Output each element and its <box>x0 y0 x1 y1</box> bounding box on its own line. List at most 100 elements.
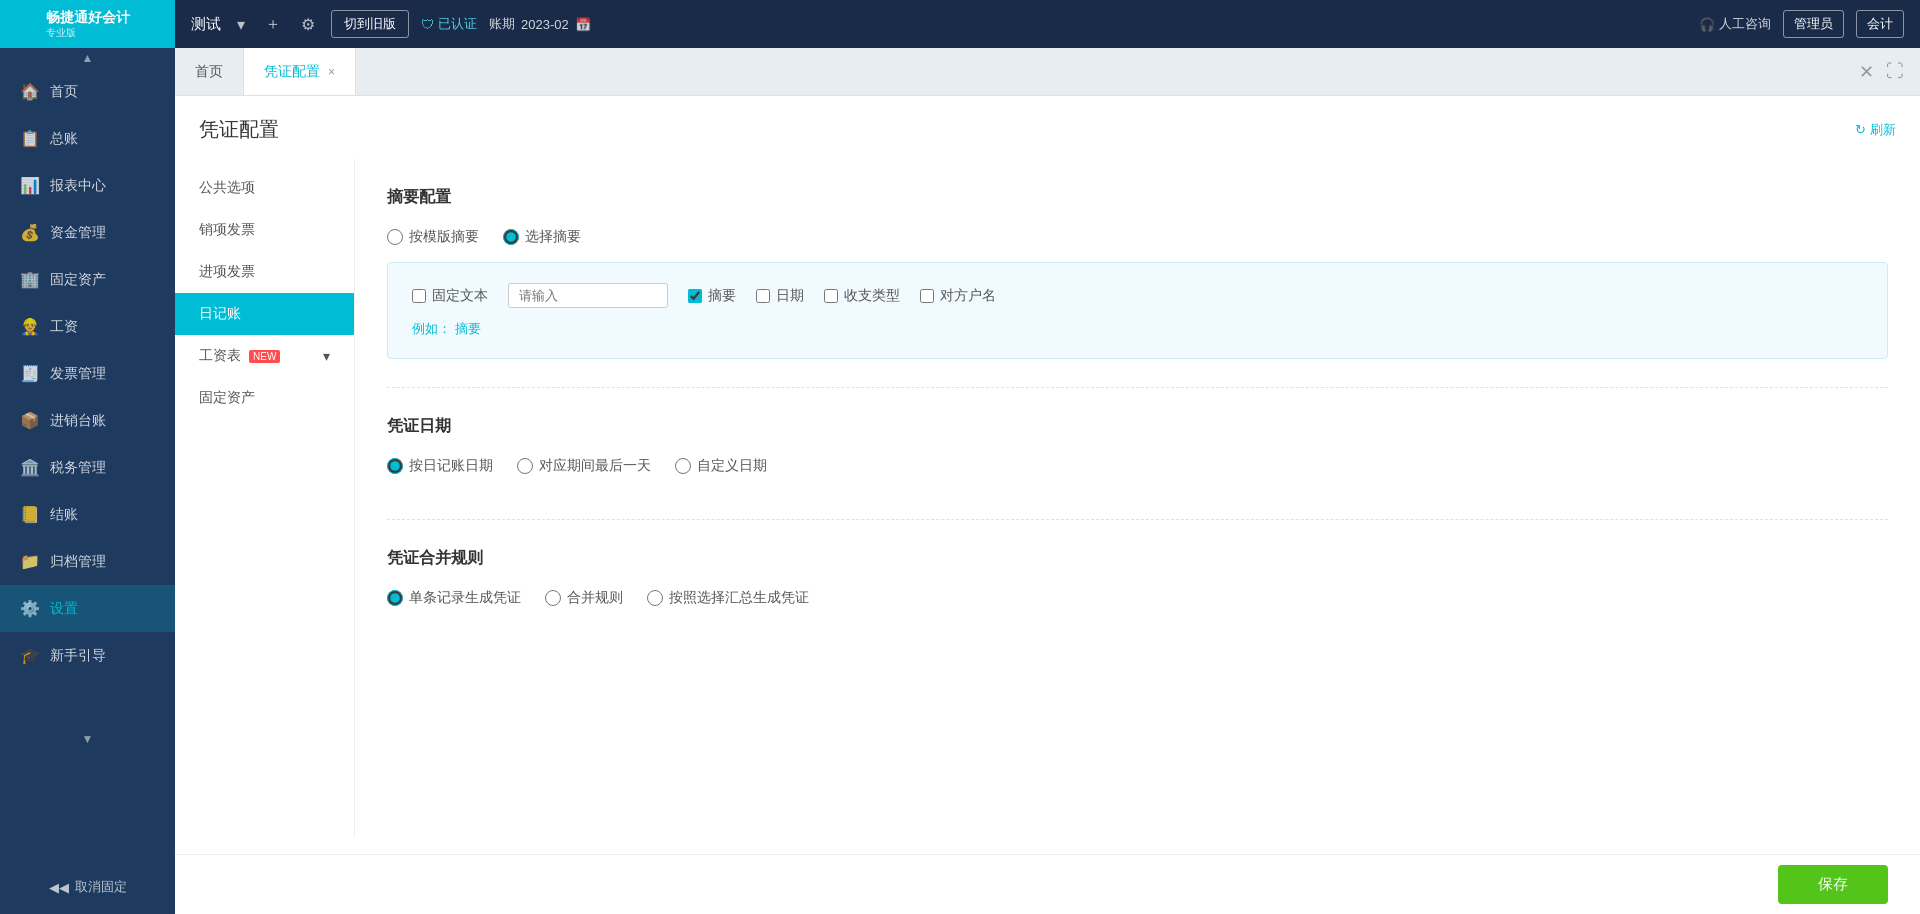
checkbox-summary-input[interactable] <box>688 289 702 303</box>
sidebar: ▲ 🏠 首页 📋 总账 📊 报表中心 💰 资金管理 🏢 固定资产 👷 工资 🧾 … <box>0 48 175 914</box>
calendar-icon[interactable]: 📅 <box>575 17 591 32</box>
tab-bar-actions: ✕ ⛶ <box>1859 61 1904 83</box>
menu-item-public[interactable]: 公共选项 <box>175 167 354 209</box>
settings-icon[interactable]: ⚙ <box>297 11 319 38</box>
radio-period-last-day-input[interactable] <box>517 458 533 474</box>
headset-icon: 🎧 <box>1699 17 1715 32</box>
checkbox-fixed-text-input[interactable] <box>412 289 426 303</box>
page-content: 凭证配置 ↻ 刷新 公共选项 销项发票 进项发票 <box>175 96 1920 914</box>
tab-close-button[interactable]: × <box>328 65 335 79</box>
new-badge: NEW <box>249 350 280 363</box>
sidebar-item-assets[interactable]: 🏢 固定资产 <box>0 256 175 303</box>
close-window-button[interactable]: ✕ <box>1859 61 1874 83</box>
tab-voucher-config[interactable]: 凭证配置 × <box>244 48 356 95</box>
radio-merge-rules-input[interactable] <box>545 590 561 606</box>
topbar-right: 🎧 人工咨询 管理员 会计 <box>1699 10 1920 38</box>
add-icon[interactable]: ＋ <box>261 10 285 39</box>
accountant-button[interactable]: 会计 <box>1856 10 1904 38</box>
radio-template-input[interactable] <box>387 229 403 245</box>
arrow-left-icon: ◀◀ <box>49 880 69 895</box>
sidebar-item-invoice[interactable]: 🧾 发票管理 <box>0 350 175 397</box>
radio-aggregate-selected[interactable]: 按照选择汇总生成凭证 <box>647 589 809 607</box>
sidebar-item-payroll[interactable]: 👷 工资 <box>0 303 175 350</box>
radio-merge-rules[interactable]: 合并规则 <box>545 589 623 607</box>
page-header: 凭证配置 ↻ 刷新 <box>175 96 1920 143</box>
admin-button[interactable]: 管理员 <box>1783 10 1844 38</box>
radio-daily-date[interactable]: 按日记账日期 <box>387 457 493 475</box>
sidebar-item-sales-ledger[interactable]: 📦 进销台账 <box>0 397 175 444</box>
sidebar-item-tax[interactable]: 🏛️ 税务管理 <box>0 444 175 491</box>
home-icon: 🏠 <box>20 82 40 101</box>
period-label: 账期 <box>489 15 515 33</box>
menu-item-purchase-invoice[interactable]: 进项发票 <box>175 251 354 293</box>
date-section-title: 凭证日期 <box>387 416 1888 437</box>
sidebar-item-closing[interactable]: 📒 结账 <box>0 491 175 538</box>
sidebar-item-reports[interactable]: 📊 报表中心 <box>0 162 175 209</box>
radio-custom-date[interactable]: 自定义日期 <box>675 457 767 475</box>
checkbox-date-input[interactable] <box>756 289 770 303</box>
radio-period-last-day-label: 对应期间最后一天 <box>539 457 651 475</box>
merge-section-title: 凭证合并规则 <box>387 548 1888 569</box>
menu-label-payroll-table: 工资表 <box>199 347 241 365</box>
cancel-fixed-button[interactable]: ◀◀ 取消固定 <box>0 870 175 904</box>
checkbox-income-type-input[interactable] <box>824 289 838 303</box>
sidebar-label-ledger: 总账 <box>50 130 78 148</box>
sidebar-item-guide[interactable]: 🎓 新手引导 <box>0 632 175 679</box>
sidebar-item-archive[interactable]: 📁 归档管理 <box>0 538 175 585</box>
radio-aggregate-selected-input[interactable] <box>647 590 663 606</box>
radio-single-record-label: 单条记录生成凭证 <box>409 589 521 607</box>
radio-template-summary[interactable]: 按模版摘要 <box>387 228 479 246</box>
summary-radio-group: 按模版摘要 选择摘要 <box>387 228 1888 246</box>
closing-icon: 📒 <box>20 505 40 524</box>
radio-period-last-day[interactable]: 对应期间最后一天 <box>517 457 651 475</box>
checkbox-fixed-text[interactable]: 固定文本 <box>412 287 488 305</box>
menu-label-fixed-assets: 固定资产 <box>199 389 255 405</box>
menu-item-payroll-table[interactable]: 工资表 NEW ▾ <box>175 335 354 377</box>
radio-daily-date-input[interactable] <box>387 458 403 474</box>
checkbox-summary[interactable]: 摘要 <box>688 287 736 305</box>
radio-single-record[interactable]: 单条记录生成凭证 <box>387 589 521 607</box>
radio-daily-date-label: 按日记账日期 <box>409 457 493 475</box>
fixed-text-input[interactable] <box>508 283 668 308</box>
period-value: 2023-02 <box>521 17 569 32</box>
checkbox-counterpart[interactable]: 对方户名 <box>920 287 996 305</box>
consult-label: 人工咨询 <box>1719 15 1771 33</box>
bottom-bar: 保存 <box>175 854 1920 914</box>
menu-label-purchase-invoice: 进项发票 <box>199 263 255 279</box>
save-button[interactable]: 保存 <box>1778 865 1888 904</box>
certified-badge: 🛡 已认证 <box>421 15 477 33</box>
sidebar-label-archive: 归档管理 <box>50 553 106 571</box>
menu-label-journal: 日记账 <box>199 305 241 321</box>
menu-item-sales-invoice[interactable]: 销项发票 <box>175 209 354 251</box>
right-panel: 摘要配置 按模版摘要 选择摘要 <box>355 159 1920 838</box>
menu-item-fixed-assets[interactable]: 固定资产 <box>175 377 354 419</box>
checkbox-date[interactable]: 日期 <box>756 287 804 305</box>
fullscreen-button[interactable]: ⛶ <box>1886 61 1904 82</box>
cancel-fixed-label: 取消固定 <box>75 878 127 896</box>
radio-select-input[interactable] <box>503 229 519 245</box>
menu-item-journal[interactable]: 日记账 <box>175 293 354 335</box>
income-type-label: 收支类型 <box>844 287 900 305</box>
sidebar-item-home[interactable]: 🏠 首页 <box>0 68 175 115</box>
sidebar-scroll-down[interactable]: ▼ <box>0 729 175 749</box>
sidebar-scroll-up[interactable]: ▲ <box>0 48 175 68</box>
sidebar-label-reports: 报表中心 <box>50 177 106 195</box>
tab-home[interactable]: 首页 <box>175 48 244 95</box>
radio-custom-date-input[interactable] <box>675 458 691 474</box>
radio-select-summary[interactable]: 选择摘要 <box>503 228 581 246</box>
certified-text: 已认证 <box>438 15 477 33</box>
checkbox-income-type[interactable]: 收支类型 <box>824 287 900 305</box>
consult-button[interactable]: 🎧 人工咨询 <box>1699 15 1771 33</box>
checkbox-counterpart-input[interactable] <box>920 289 934 303</box>
topbar: 畅捷通好会计 专业版 测试 ▾ ＋ ⚙ 切到旧版 🛡 已认证 账期 2023-0… <box>0 0 1920 48</box>
refresh-label: 刷新 <box>1870 121 1896 139</box>
sidebar-item-settings[interactable]: ⚙️ 设置 <box>0 585 175 632</box>
tab-home-label: 首页 <box>195 63 223 81</box>
sidebar-item-funds[interactable]: 💰 资金管理 <box>0 209 175 256</box>
radio-single-record-input[interactable] <box>387 590 403 606</box>
company-dropdown-icon[interactable]: ▾ <box>233 11 249 38</box>
refresh-button[interactable]: ↻ 刷新 <box>1855 121 1896 139</box>
switch-version-button[interactable]: 切到旧版 <box>331 10 409 38</box>
sidebar-item-ledger[interactable]: 📋 总账 <box>0 115 175 162</box>
content-area: 首页 凭证配置 × ✕ ⛶ 凭证配置 ↻ 刷新 <box>175 48 1920 914</box>
